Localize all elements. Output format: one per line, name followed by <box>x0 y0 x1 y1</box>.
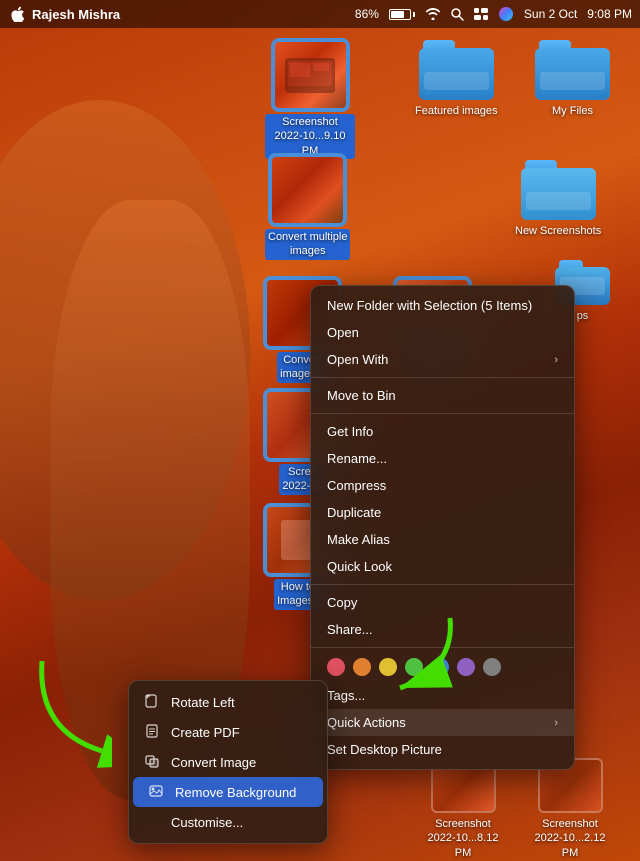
menubar-app-name: Rajesh Mishra <box>32 7 120 22</box>
sub-ctx-remove-background[interactable]: Remove Background <box>133 777 323 807</box>
convert-image-icon <box>145 754 161 770</box>
color-dot-gray[interactable] <box>483 658 501 676</box>
arrow-right <box>370 608 470 713</box>
ctx-compress[interactable]: Compress <box>311 472 574 499</box>
ctx-move-to-bin[interactable]: Move to Bin <box>311 382 574 409</box>
search-icon[interactable] <box>451 8 464 21</box>
small-folder-label: ps <box>577 309 589 323</box>
color-dot-red[interactable] <box>327 658 345 676</box>
new-screenshots-label: New Screenshots <box>515 224 601 238</box>
screenshot1-label: Screenshot2022-10...9.10 PM <box>265 114 355 159</box>
convert-multiple-label: Convert multipleimages <box>265 229 350 260</box>
ctx-separator3 <box>311 584 574 585</box>
battery-icon <box>389 9 415 20</box>
sub-ctx-rotate-left[interactable]: Rotate Left <box>129 687 327 717</box>
sub-context-menu: Rotate Left Create PDF Convert Image <box>128 680 328 844</box>
desktop-item-convert-multiple[interactable]: Convert multipleimages <box>265 155 350 260</box>
menubar-time: 9:08 PM <box>587 7 632 21</box>
desktop: Rajesh Mishra 86% <box>0 0 640 861</box>
screenshot-bottom1-label: Screenshot2022-10...8.12 PM <box>418 817 508 860</box>
screenshot-bottom2-label: Screenshot2022-10...2.12 PM <box>525 817 615 860</box>
sub-ctx-create-pdf[interactable]: Create PDF <box>129 717 327 747</box>
screenshot1-thumbnail <box>273 40 348 110</box>
menubar-battery-percent: 86% <box>355 7 379 21</box>
create-pdf-icon <box>145 724 161 740</box>
sub-ctx-customise[interactable]: Customise... <box>129 807 327 837</box>
ctx-separator1 <box>311 377 574 378</box>
wifi-icon <box>425 8 441 20</box>
desktop-item-my-files[interactable]: My Files <box>535 40 610 118</box>
my-files-folder-icon <box>535 40 610 100</box>
ctx-open-with-arrow: › <box>554 354 558 366</box>
ctx-quick-actions[interactable]: Quick Actions › <box>311 709 574 736</box>
rotate-left-icon <box>145 694 161 710</box>
menubar-right: 86% <box>355 6 632 22</box>
ctx-new-folder[interactable]: New Folder with Selection (5 Items) <box>311 292 574 319</box>
control-center-icon[interactable] <box>474 8 488 20</box>
arrow-left <box>22 651 112 776</box>
desktop-item-screenshot1[interactable]: Screenshot2022-10...9.10 PM <box>265 40 355 159</box>
color-dot-orange[interactable] <box>353 658 371 676</box>
ctx-set-desktop[interactable]: Set Desktop Picture <box>311 736 574 763</box>
new-screenshots-folder-icon <box>521 160 596 220</box>
sub-ctx-convert-image[interactable]: Convert Image <box>129 747 327 777</box>
remove-background-icon <box>149 784 165 800</box>
ctx-duplicate[interactable]: Duplicate <box>311 499 574 526</box>
ctx-make-alias[interactable]: Make Alias <box>311 526 574 553</box>
convert-multiple-thumbnail <box>270 155 345 225</box>
siri-icon[interactable] <box>498 6 514 22</box>
ctx-separator2 <box>311 413 574 414</box>
featured-images-folder-icon <box>419 40 494 100</box>
menubar-date: Sun 2 Oct <box>524 7 577 21</box>
desktop-item-screenshot-bottom1[interactable]: Screenshot2022-10...8.12 PM <box>418 758 508 860</box>
desktop-item-screenshot-bottom2[interactable]: Screenshot2022-10...2.12 PM <box>525 758 615 860</box>
ctx-rename[interactable]: Rename... <box>311 445 574 472</box>
ctx-quick-look[interactable]: Quick Look <box>311 553 574 580</box>
menubar-left: Rajesh Mishra <box>8 5 120 23</box>
ctx-quick-actions-arrow: › <box>554 717 558 729</box>
menubar: Rajesh Mishra 86% <box>0 0 640 28</box>
apple-logo-icon[interactable] <box>8 5 26 23</box>
ctx-open-with[interactable]: Open With › <box>311 346 574 373</box>
customise-icon <box>145 814 161 830</box>
ctx-get-info[interactable]: Get Info <box>311 418 574 445</box>
featured-images-label: Featured images <box>415 104 498 118</box>
ctx-open[interactable]: Open <box>311 319 574 346</box>
desktop-item-new-screenshots[interactable]: New Screenshots <box>515 160 601 238</box>
desktop-item-featured-images[interactable]: Featured images <box>415 40 498 118</box>
my-files-label: My Files <box>552 104 593 118</box>
